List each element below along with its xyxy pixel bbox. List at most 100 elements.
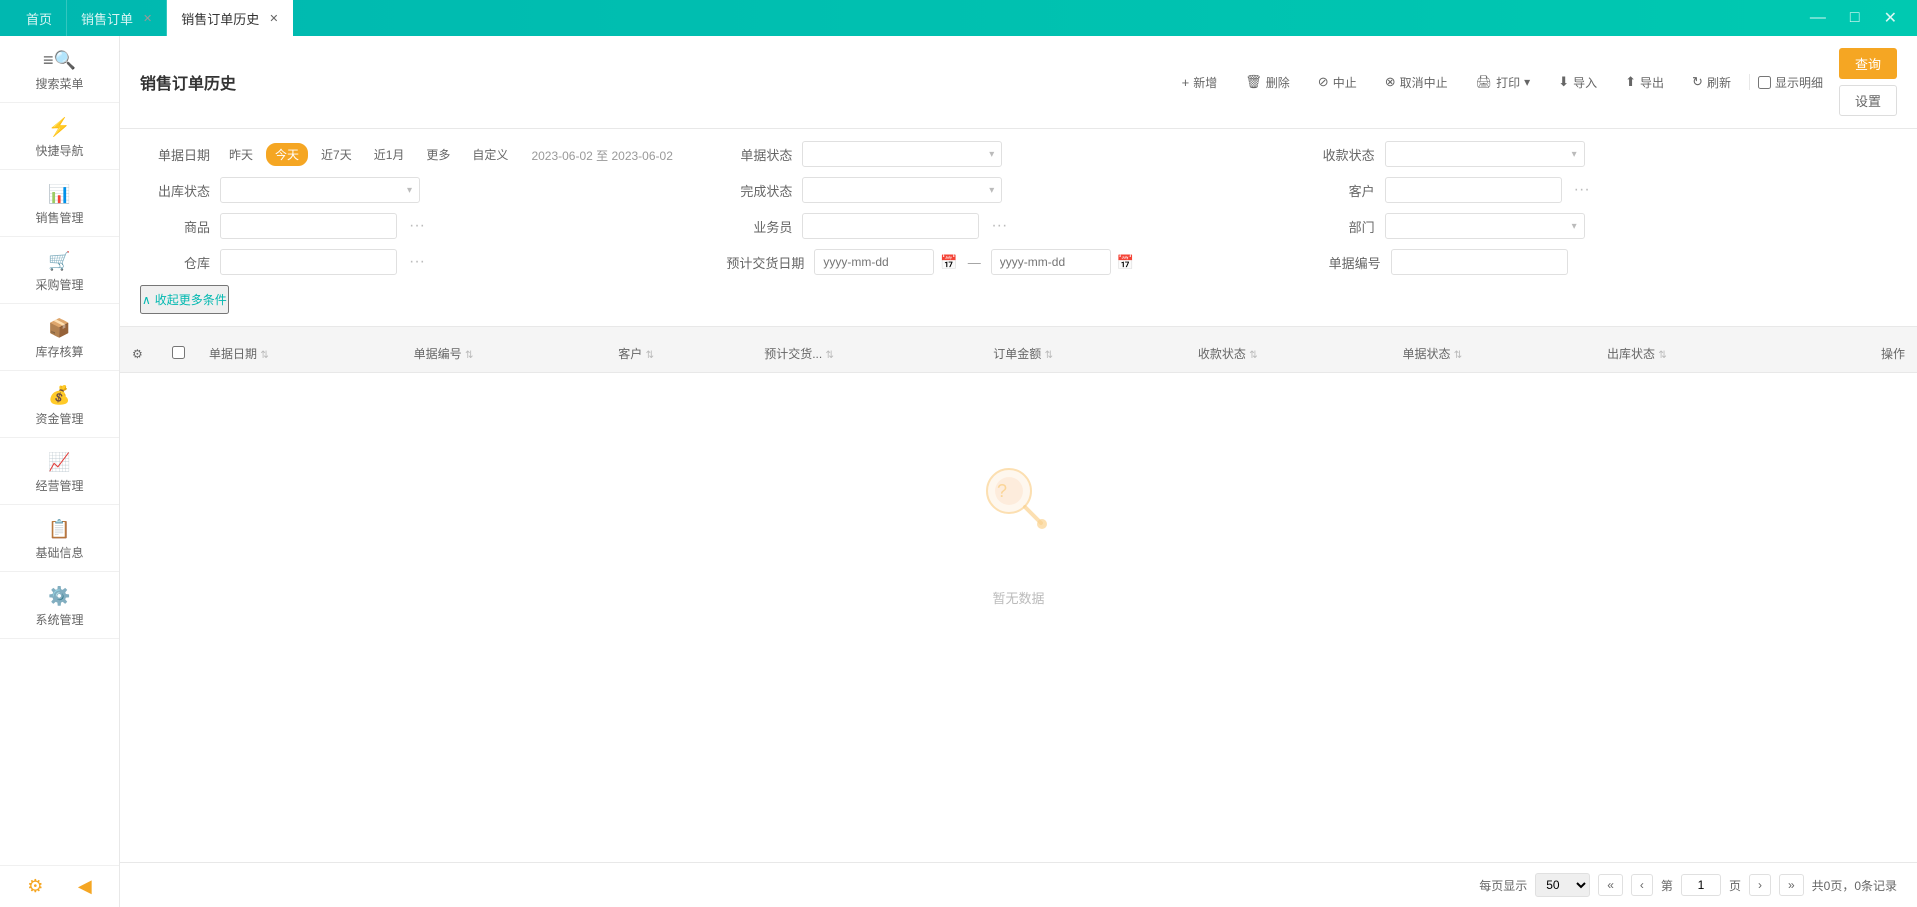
col-stock-status: 出库状态 ⇅ bbox=[1595, 335, 1800, 373]
calendar-start-icon[interactable]: 📅 bbox=[940, 254, 957, 271]
date-1month[interactable]: 近1月 bbox=[365, 143, 414, 166]
sidebar-item-sales-mgmt[interactable]: 📊 销售管理 bbox=[0, 170, 119, 237]
date-custom[interactable]: 自定义 bbox=[463, 143, 517, 166]
sidebar-item-basic-info[interactable]: 📋 基础信息 bbox=[0, 505, 119, 572]
sidebar-item-operations[interactable]: 📈 经营管理 bbox=[0, 438, 119, 505]
salesperson-dots[interactable]: ··· bbox=[985, 217, 1013, 235]
tab-home[interactable]: 首页 bbox=[12, 0, 67, 36]
delete-button[interactable]: 🗑 删除 bbox=[1235, 69, 1300, 96]
next-page-button[interactable]: › bbox=[1749, 874, 1771, 896]
page-suffix: 页 bbox=[1729, 877, 1741, 894]
tab-sales-order-history[interactable]: 销售订单历史 ✕ bbox=[167, 0, 293, 36]
refresh-button[interactable]: ↻ 刷新 bbox=[1682, 69, 1741, 96]
settings-button[interactable]: 设置 bbox=[1839, 85, 1897, 116]
col-order-status-label: 单据状态 bbox=[1402, 347, 1450, 361]
col-no-sort-icon[interactable]: ⇅ bbox=[465, 350, 473, 361]
sidebar-item-sys-mgmt[interactable]: ⚙️ 系统管理 bbox=[0, 572, 119, 639]
order-no-value bbox=[1391, 249, 1897, 275]
display-detail-toggle[interactable]: 显示明细 bbox=[1758, 74, 1823, 91]
sidebar-item-purchase-mgmt[interactable]: 🛒 采购管理 bbox=[0, 237, 119, 304]
filter-row-1: 单据日期 昨天 今天 近7天 近1月 更多 自定义 2023-06-02 至 2… bbox=[140, 141, 1897, 167]
product-input[interactable] bbox=[220, 213, 397, 239]
export-button[interactable]: ⬆ 导出 bbox=[1615, 69, 1674, 96]
customer-input[interactable] bbox=[1385, 177, 1562, 203]
payment-status-select[interactable] bbox=[1385, 141, 1585, 167]
stop-button[interactable]: ⊘ 中止 bbox=[1308, 69, 1367, 96]
warehouse-input[interactable] bbox=[220, 249, 397, 275]
expected-date-value: 📅 — 📅 bbox=[814, 249, 1320, 275]
col-no-label: 单据编号 bbox=[414, 347, 462, 361]
sidebar-item-quick-nav[interactable]: ⚡ 快捷导航 bbox=[0, 103, 119, 170]
col-action: 操作 bbox=[1800, 335, 1917, 373]
window-maximize[interactable]: □ bbox=[1842, 9, 1868, 27]
collapse-up-icon: ∧ bbox=[142, 293, 151, 307]
sidebar-item-search-menu[interactable]: ≡🔍 搜索菜单 bbox=[0, 36, 119, 103]
page-label: 第 bbox=[1661, 877, 1673, 894]
col-date-sort-icon[interactable]: ⇅ bbox=[260, 350, 268, 361]
sidebar-item-finance[interactable]: 💰 资金管理 bbox=[0, 371, 119, 438]
stock-status-select[interactable] bbox=[220, 177, 420, 203]
import-button[interactable]: ⬇ 导入 bbox=[1548, 69, 1607, 96]
refresh-icon: ↻ bbox=[1692, 74, 1703, 90]
sidebar: ≡🔍 搜索菜单 ⚡ 快捷导航 📊 销售管理 🛒 采购管理 📦 库存核算 💰 资金… bbox=[0, 36, 120, 907]
payment-status-label: 收款状态 bbox=[1315, 145, 1385, 164]
order-status-select[interactable] bbox=[802, 141, 1002, 167]
select-all-checkbox[interactable] bbox=[172, 346, 185, 359]
sidebar-collapse-icon[interactable]: ◀ bbox=[78, 876, 92, 897]
department-select[interactable] bbox=[1385, 213, 1585, 239]
collapse-button[interactable]: ∧ 收起更多条件 bbox=[140, 285, 229, 314]
svg-text:?: ? bbox=[997, 481, 1007, 501]
last-page-button[interactable]: » bbox=[1779, 874, 1804, 896]
sidebar-bottom: ⚙ ◀ bbox=[0, 865, 119, 907]
salesperson-input[interactable] bbox=[802, 213, 979, 239]
date-label: 单据日期 bbox=[140, 145, 220, 164]
stock-status-value: ▾ bbox=[220, 177, 732, 203]
col-payment-status-sort-icon[interactable]: ⇅ bbox=[1249, 350, 1257, 361]
table-settings-icon[interactable]: ⚙ bbox=[132, 347, 143, 361]
window-close[interactable]: ✕ bbox=[1876, 8, 1905, 28]
order-no-input[interactable] bbox=[1391, 249, 1568, 275]
stock-status-select-wrap: ▾ bbox=[220, 177, 420, 203]
tab-sales-order-close[interactable]: ✕ bbox=[143, 12, 152, 25]
display-detail-checkbox[interactable] bbox=[1758, 76, 1771, 89]
col-amount-label: 订单金额 bbox=[993, 347, 1041, 361]
date-more[interactable]: 更多 bbox=[417, 143, 459, 166]
expected-date-start[interactable] bbox=[814, 249, 934, 275]
order-status-value: ▾ bbox=[802, 141, 1314, 167]
page-number-input[interactable] bbox=[1681, 874, 1721, 896]
date-7days[interactable]: 近7天 bbox=[312, 143, 361, 166]
sidebar-item-inventory[interactable]: 📦 库存核算 bbox=[0, 304, 119, 371]
complete-status-select-wrap: ▾ bbox=[802, 177, 1002, 203]
date-yesterday[interactable]: 昨天 bbox=[220, 143, 262, 166]
col-order-status-sort-icon[interactable]: ⇅ bbox=[1454, 350, 1462, 361]
complete-status-select[interactable] bbox=[802, 177, 1002, 203]
page-size-select[interactable]: 50 10 20 100 bbox=[1535, 873, 1590, 897]
add-button[interactable]: + 新增 bbox=[1172, 69, 1228, 96]
date-today[interactable]: 今天 bbox=[266, 143, 308, 166]
col-stock-status-sort-icon[interactable]: ⇅ bbox=[1658, 350, 1666, 361]
purchase-mgmt-icon: 🛒 bbox=[48, 251, 70, 272]
col-expected-date-label: 预计交货... bbox=[764, 347, 822, 361]
cancel-stop-button[interactable]: ⊗ 取消中止 bbox=[1375, 69, 1458, 96]
window-minimize[interactable]: — bbox=[1802, 9, 1834, 27]
col-customer-sort-icon[interactable]: ⇅ bbox=[646, 350, 654, 361]
col-expected-date-sort-icon[interactable]: ⇅ bbox=[826, 350, 834, 361]
tab-sales-order[interactable]: 销售订单 ✕ bbox=[67, 0, 167, 36]
tab-sales-order-history-close[interactable]: ✕ bbox=[269, 12, 278, 25]
query-button[interactable]: 查询 bbox=[1839, 48, 1897, 79]
product-dots[interactable]: ··· bbox=[403, 217, 431, 235]
filter-row-3: 商品 ··· 业务员 ··· 部门 ▾ bbox=[140, 213, 1897, 239]
expected-date-end[interactable] bbox=[991, 249, 1111, 275]
calendar-end-icon[interactable]: 📅 bbox=[1117, 254, 1134, 271]
date-quick-group: 昨天 今天 近7天 近1月 更多 自定义 bbox=[220, 143, 517, 166]
sidebar-settings-icon[interactable]: ⚙ bbox=[27, 876, 43, 897]
first-page-button[interactable]: « bbox=[1598, 874, 1623, 896]
sys-mgmt-icon: ⚙️ bbox=[48, 586, 70, 607]
prev-page-button[interactable]: ‹ bbox=[1631, 874, 1653, 896]
warehouse-dots[interactable]: ··· bbox=[403, 253, 431, 271]
product-value: ··· bbox=[220, 213, 732, 239]
col-amount-sort-icon[interactable]: ⇅ bbox=[1045, 350, 1053, 361]
print-button[interactable]: 🖨 打印 ▾ bbox=[1466, 69, 1541, 96]
warehouse-label: 仓库 bbox=[140, 253, 220, 272]
customer-dots[interactable]: ··· bbox=[1568, 181, 1596, 199]
